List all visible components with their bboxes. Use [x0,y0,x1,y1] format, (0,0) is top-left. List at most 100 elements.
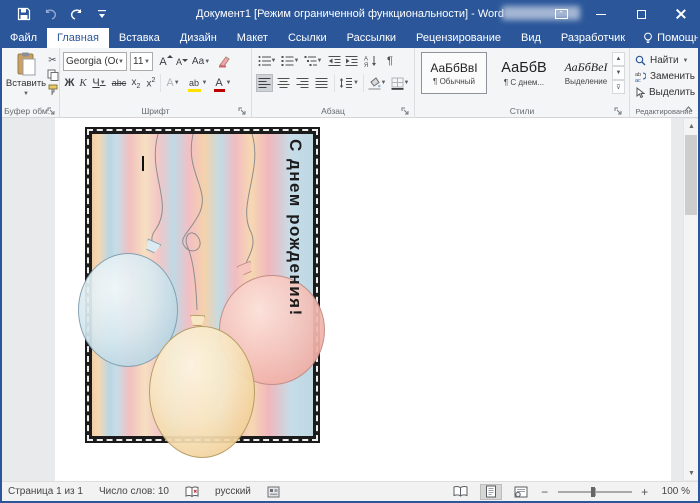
tell-me-box[interactable]: Помощн [635,28,700,48]
multilevel-list-button[interactable]: ▼ [302,52,324,70]
title-bar: Документ1 [Режим ограниченной функционал… [0,0,700,28]
borders-arrow: ▼ [404,80,410,86]
redo-button[interactable] [68,6,84,22]
tab-design[interactable]: Дизайн [170,28,227,48]
font-family-value: Georgia (Ос [66,56,118,67]
bold-icon: Ж [65,77,75,89]
copy-button[interactable] [45,68,60,82]
styles-scroll-down[interactable]: ▼ [612,66,625,80]
proofing-status[interactable] [177,486,207,498]
sort-button[interactable]: АЯ [362,52,380,70]
read-mode-button[interactable] [450,484,472,500]
birthday-card-image[interactable]: С днем рождения! [85,127,320,443]
web-layout-button[interactable] [510,484,532,500]
paragraph-group: ▼ ▼ ▼ АЯ ¶ [252,48,415,118]
scrollbar-thumb[interactable] [685,135,697,215]
decrease-indent-button[interactable] [326,52,342,70]
bullets-button[interactable]: ▼ [256,52,278,70]
font-color-button[interactable]: А ▼ [211,74,233,92]
ribbon-display-options-button[interactable]: ⌃ [550,4,572,24]
underline-button[interactable]: Ч▼ [90,74,108,92]
change-case-button[interactable]: Аа▼ [190,52,212,71]
increase-indent-button[interactable] [343,52,359,70]
shading-button[interactable]: ▼ [366,74,388,92]
clear-formatting-button[interactable] [216,52,232,71]
align-center-button[interactable] [275,74,292,92]
align-left-button[interactable] [256,74,273,92]
style-normal[interactable]: АаБбВвI ¶ Обычный [421,52,487,94]
zoom-slider-thumb[interactable] [591,487,595,497]
decrease-indent-icon [328,55,341,67]
paste-button[interactable]: Вставить ▼ [5,52,47,110]
zoom-in-button[interactable]: + [640,485,650,499]
undo-button[interactable] [42,6,58,22]
close-button[interactable] [670,4,692,24]
align-left-icon [258,77,271,89]
save-button[interactable] [16,6,32,22]
find-button[interactable]: Найти ▼ [635,53,689,68]
word-count[interactable]: Число слов: 10 [91,486,177,497]
style-emphasis-preview: АаБбВеI [565,60,608,75]
clipboard-dialog-launcher[interactable] [46,106,56,116]
align-center-icon [277,77,290,89]
superscript-button[interactable]: х2 [144,74,158,92]
numbering-button[interactable]: ▼ [279,52,301,70]
format-painter-button[interactable] [45,83,60,97]
pilcrow-icon: ¶ [387,55,393,67]
tab-view[interactable]: Вид [511,28,551,48]
page-count[interactable]: Страница 1 из 1 [0,486,91,497]
align-right-button[interactable] [294,74,311,92]
styles-gallery-more[interactable]: ⊽ [612,80,625,94]
collapse-ribbon-button[interactable] [682,104,694,114]
svg-text:А: А [364,57,368,63]
replace-button[interactable]: abac Заменить [635,69,695,84]
strikethrough-button[interactable]: abc [110,74,128,92]
language-indicator[interactable]: русский [207,486,259,497]
italic-button[interactable]: К [77,74,89,92]
zoom-level[interactable]: 100 % [658,486,690,497]
font-dialog-launcher[interactable] [237,106,247,116]
justify-button[interactable] [313,74,330,92]
maximize-button[interactable] [630,4,652,24]
zoom-slider[interactable] [558,491,632,493]
select-label: Выделить [649,87,695,98]
tab-references[interactable]: Ссылки [278,28,337,48]
close-icon [676,9,686,19]
tab-review[interactable]: Рецензирование [406,28,511,48]
font-size-combo[interactable]: 11 ▼ [130,52,153,71]
scroll-down-button[interactable]: ▼ [684,466,699,480]
print-layout-button[interactable] [480,484,502,500]
vertical-scrollbar[interactable]: ▲ ▼ [683,119,698,480]
paragraph-dialog-launcher[interactable] [400,106,410,116]
scroll-up-button[interactable]: ▲ [684,119,699,133]
highlight-color-button[interactable]: ab ▼ [185,74,209,92]
line-spacing-button[interactable]: ▼ [337,74,361,92]
tab-layout[interactable]: Макет [227,28,278,48]
text-effects-button[interactable]: А▼ [163,74,183,92]
shrink-font-button[interactable]: А [172,52,186,71]
subscript-button[interactable]: х2 [129,74,143,92]
font-size-dropdown-arrow: ▼ [144,59,150,65]
style-emphasis[interactable]: АаБбВеI Выделение [559,52,613,94]
zoom-out-button[interactable]: − [540,485,550,499]
grow-font-button[interactable]: А [156,52,170,71]
tab-insert[interactable]: Вставка [109,28,170,48]
font-family-combo[interactable]: Georgia (Ос ▼ [63,52,127,71]
tab-file[interactable]: Файл [0,28,47,48]
minimize-button[interactable] [590,4,612,24]
cut-button[interactable]: ✂ [45,53,60,67]
tab-mailings[interactable]: Рассылки [337,28,406,48]
bold-button[interactable]: Ж [63,74,76,92]
show-marks-button[interactable]: ¶ [382,52,398,70]
borders-button[interactable]: ▼ [389,74,411,92]
document-page[interactable]: С днем рождения! [55,118,671,481]
tab-home[interactable]: Главная [47,28,109,48]
select-button[interactable]: Выделить ▼ [635,85,700,100]
tab-developer[interactable]: Разработчик [551,28,635,48]
style-birthday[interactable]: АаБбВ ¶ С днем... [491,52,557,94]
macro-recorder[interactable] [259,486,288,498]
styles-scroll-up[interactable]: ▲ [612,52,625,66]
styles-dialog-launcher[interactable] [613,106,623,116]
font-group: Georgia (Ос ▼ 11 ▼ А А Аа▼ Ж К Ч▼ abc х2… [60,48,252,118]
customize-qat-button[interactable] [94,6,110,22]
